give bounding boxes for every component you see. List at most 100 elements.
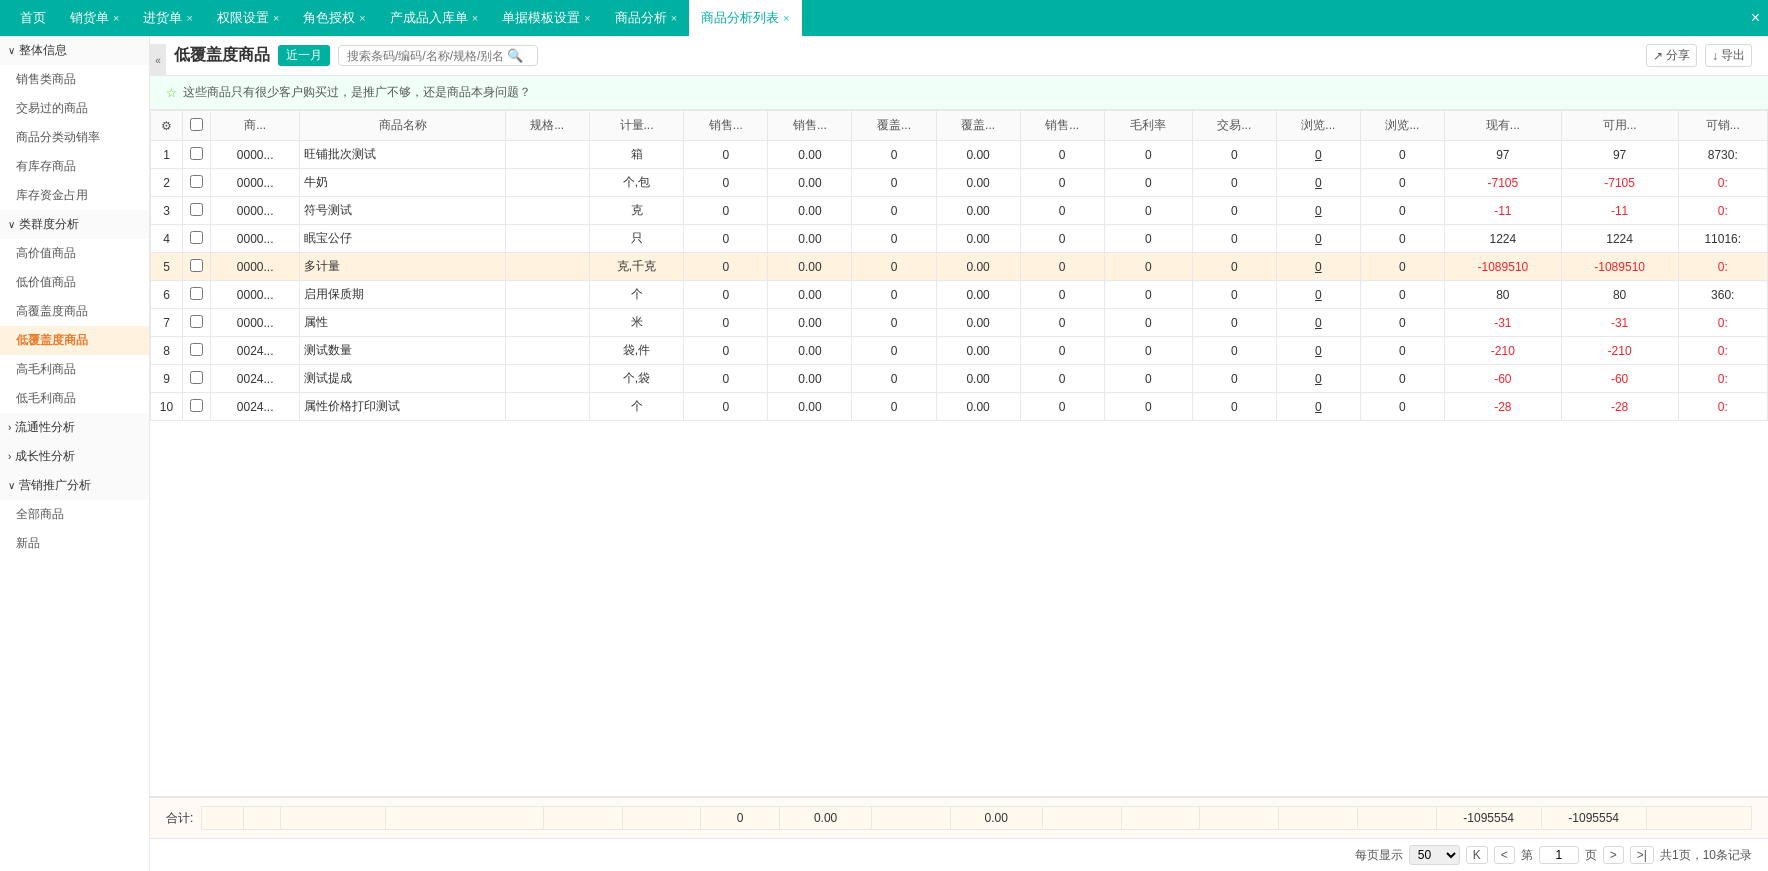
sidebar-section-flow[interactable]: › 流通性分析	[0, 413, 149, 442]
row-checkbox[interactable]	[190, 259, 203, 272]
col-trans[interactable]: 交易...	[1192, 111, 1276, 141]
row-checkbox[interactable]	[190, 287, 203, 300]
window-close-button[interactable]: ×	[1751, 9, 1760, 27]
cell-browse1[interactable]: 0	[1276, 393, 1360, 421]
col-sales-days[interactable]: 销售...	[1020, 111, 1104, 141]
sidebar-item-low-coverage[interactable]: 低覆盖度商品	[0, 326, 149, 355]
cell-checkbox[interactable]	[183, 141, 211, 169]
table-container[interactable]: ⚙ 商... 商品名称 规格... 计量... 销售... 销售... 覆盖..…	[150, 110, 1768, 796]
cell-browse1[interactable]: 0	[1276, 253, 1360, 281]
cell-browse1[interactable]: 0	[1276, 365, 1360, 393]
first-page-button[interactable]: K	[1466, 846, 1488, 864]
col-sales-amt[interactable]: 销售...	[768, 111, 852, 141]
cell-checkbox[interactable]	[183, 309, 211, 337]
row-checkbox[interactable]	[190, 343, 203, 356]
close-icon[interactable]: ×	[273, 12, 279, 24]
close-icon[interactable]: ×	[671, 12, 677, 24]
cell-checkbox[interactable]	[183, 393, 211, 421]
nav-tab-sales[interactable]: 销货单 ×	[58, 0, 131, 36]
browse-link[interactable]: 0	[1315, 316, 1322, 330]
sidebar-item-category-rate[interactable]: 商品分类动销率	[0, 123, 149, 152]
col-code[interactable]: 商...	[211, 111, 300, 141]
sidebar-item-all-goods[interactable]: 全部商品	[0, 500, 149, 529]
sidebar-item-sales-goods[interactable]: 销售类商品	[0, 65, 149, 94]
cell-browse1[interactable]: 0	[1276, 141, 1360, 169]
browse-link[interactable]: 0	[1315, 260, 1322, 274]
col-browse2[interactable]: 浏览...	[1360, 111, 1444, 141]
col-spec[interactable]: 规格...	[505, 111, 589, 141]
prev-page-button[interactable]: <	[1494, 846, 1515, 864]
sidebar-collapse-button[interactable]: «	[150, 44, 166, 76]
next-page-button[interactable]: >	[1603, 846, 1624, 864]
close-icon[interactable]: ×	[359, 12, 365, 24]
share-button[interactable]: ↗ 分享	[1646, 44, 1697, 67]
nav-tab-purchase[interactable]: 进货单 ×	[131, 0, 204, 36]
browse-link[interactable]: 0	[1315, 372, 1322, 386]
browse-link[interactable]: 0	[1315, 232, 1322, 246]
sidebar-item-high-coverage[interactable]: 高覆盖度商品	[0, 297, 149, 326]
sidebar-item-traded-goods[interactable]: 交易过的商品	[0, 94, 149, 123]
search-input[interactable]	[347, 49, 507, 63]
col-coverage1[interactable]: 覆盖...	[852, 111, 936, 141]
col-gross-rate[interactable]: 毛利率	[1104, 111, 1192, 141]
close-icon[interactable]: ×	[472, 12, 478, 24]
row-checkbox[interactable]	[190, 399, 203, 412]
col-unit[interactable]: 计量...	[589, 111, 684, 141]
cell-checkbox[interactable]	[183, 365, 211, 393]
browse-link[interactable]: 0	[1315, 204, 1322, 218]
cell-checkbox[interactable]	[183, 253, 211, 281]
select-all-checkbox[interactable]	[190, 118, 203, 131]
nav-tab-templates[interactable]: 单据模板设置 ×	[490, 0, 602, 36]
col-sales-qty[interactable]: 销售...	[684, 111, 768, 141]
nav-tab-analysis[interactable]: 商品分析 ×	[603, 0, 689, 36]
sidebar-item-inventory-goods[interactable]: 有库存商品	[0, 152, 149, 181]
cell-checkbox[interactable]	[183, 169, 211, 197]
period-button[interactable]: 近一月	[278, 45, 330, 66]
col-browse1[interactable]: 浏览...	[1276, 111, 1360, 141]
col-coverage2[interactable]: 覆盖...	[936, 111, 1020, 141]
nav-tab-analysis-list[interactable]: 商品分析列表 ×	[689, 0, 801, 36]
col-name[interactable]: 商品名称	[300, 111, 505, 141]
cell-browse1[interactable]: 0	[1276, 197, 1360, 225]
close-icon[interactable]: ×	[186, 12, 192, 24]
col-checkbox[interactable]	[183, 111, 211, 141]
sidebar-item-inventory-capital[interactable]: 库存资金占用	[0, 181, 149, 210]
export-button[interactable]: ↓ 导出	[1705, 44, 1752, 67]
sidebar-item-new-goods[interactable]: 新品	[0, 529, 149, 558]
row-checkbox[interactable]	[190, 147, 203, 160]
cell-browse1[interactable]: 0	[1276, 281, 1360, 309]
page-size-select[interactable]: 50 10 20 100	[1409, 845, 1460, 865]
row-checkbox[interactable]	[190, 231, 203, 244]
sidebar-section-marketing[interactable]: ∨ 营销推广分析	[0, 471, 149, 500]
cell-checkbox[interactable]	[183, 197, 211, 225]
sidebar-item-low-value[interactable]: 低价值商品	[0, 268, 149, 297]
cell-checkbox[interactable]	[183, 281, 211, 309]
cell-browse1[interactable]: 0	[1276, 169, 1360, 197]
row-checkbox[interactable]	[190, 175, 203, 188]
col-saleable[interactable]: 可销...	[1678, 111, 1768, 141]
row-checkbox[interactable]	[190, 371, 203, 384]
page-number-input[interactable]	[1539, 846, 1579, 864]
sidebar-item-high-gross[interactable]: 高毛利商品	[0, 355, 149, 384]
sidebar-section-growth[interactable]: › 成长性分析	[0, 442, 149, 471]
nav-tab-products[interactable]: 产成品入库单 ×	[378, 0, 490, 36]
cell-browse1[interactable]: 0	[1276, 225, 1360, 253]
nav-tab-roles[interactable]: 角色授权 ×	[291, 0, 377, 36]
sidebar-section-overall[interactable]: ∨ 整体信息	[0, 36, 149, 65]
close-icon[interactable]: ×	[113, 12, 119, 24]
col-current[interactable]: 现有...	[1445, 111, 1562, 141]
nav-tab-home[interactable]: 首页	[8, 0, 58, 36]
cell-checkbox[interactable]	[183, 225, 211, 253]
cell-checkbox[interactable]	[183, 337, 211, 365]
close-icon[interactable]: ×	[584, 12, 590, 24]
close-icon[interactable]: ×	[783, 12, 789, 24]
row-checkbox[interactable]	[190, 315, 203, 328]
row-checkbox[interactable]	[190, 203, 203, 216]
browse-link[interactable]: 0	[1315, 148, 1322, 162]
col-available[interactable]: 可用...	[1561, 111, 1678, 141]
browse-link[interactable]: 0	[1315, 400, 1322, 414]
browse-link[interactable]: 0	[1315, 288, 1322, 302]
cell-browse1[interactable]: 0	[1276, 309, 1360, 337]
sidebar-item-low-gross[interactable]: 低毛利商品	[0, 384, 149, 413]
col-settings[interactable]: ⚙	[151, 111, 183, 141]
